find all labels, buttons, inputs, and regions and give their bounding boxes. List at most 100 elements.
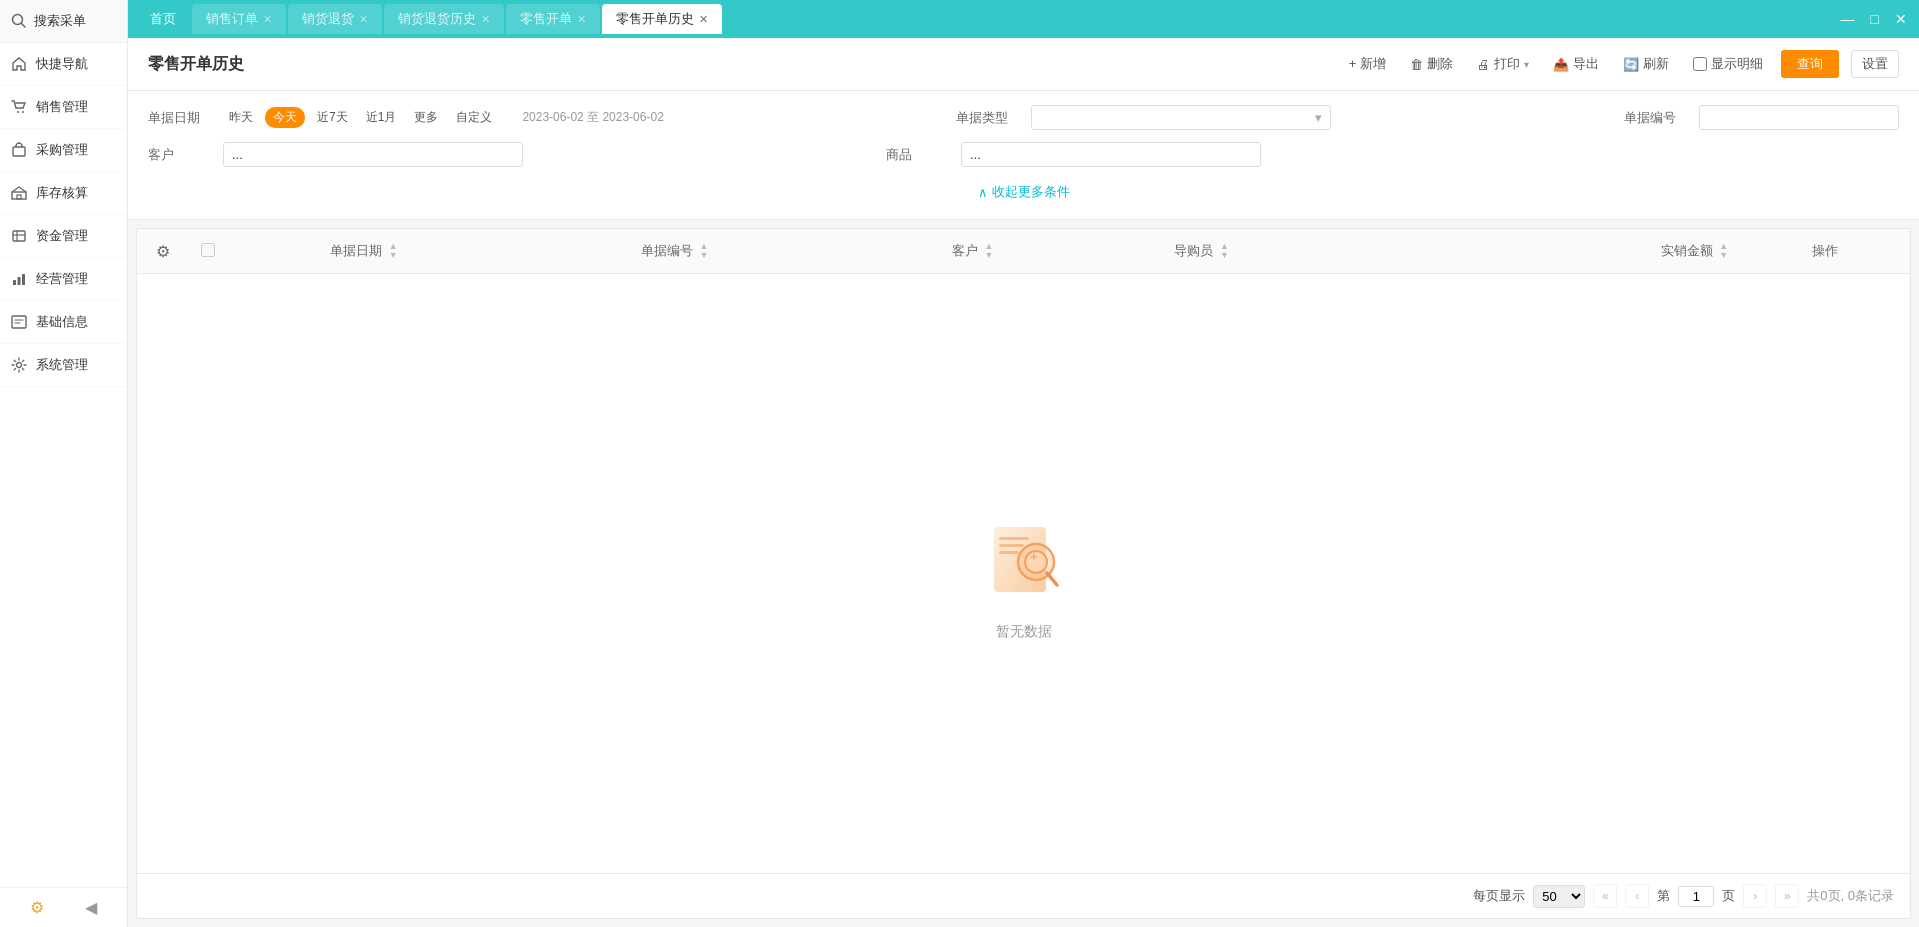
number-filter-input[interactable]	[1699, 105, 1899, 130]
collapse-btn[interactable]: ∧ 收起更多条件	[966, 179, 1082, 205]
tab-retail-open-close[interactable]: ✕	[577, 13, 586, 26]
date-btn-today[interactable]: 今天	[265, 107, 305, 128]
sort-arrows-guide: ▲▼	[1220, 242, 1229, 260]
date-btn-last-month[interactable]: 近1月	[360, 107, 403, 128]
page-total: 共0页, 0条记录	[1807, 887, 1894, 905]
date-btn-yesterday[interactable]: 昨天	[223, 107, 259, 128]
delete-btn[interactable]: 🗑 删除	[1404, 51, 1459, 77]
display-detail-btn[interactable]: 显示明细	[1687, 51, 1769, 77]
col-checkbox-select	[189, 229, 318, 274]
col-number[interactable]: 单据编号 ▲▼	[629, 229, 940, 274]
sidebar-footer: ⚙ ◀	[0, 887, 127, 927]
settings-icon	[10, 356, 28, 374]
minimize-btn[interactable]: —	[1837, 11, 1859, 27]
col-amount[interactable]: 实销金额 ▲▼	[1429, 229, 1740, 274]
col-amount-label: 实销金额	[1661, 243, 1713, 258]
settings-filter-btn[interactable]: 设置	[1851, 50, 1899, 78]
select-all-checkbox[interactable]	[201, 243, 215, 257]
customer-filter-select[interactable]: ...	[223, 142, 523, 167]
col-guide[interactable]: 导购员 ▲▼	[1162, 229, 1429, 274]
tab-sales-return-label: 销货退货	[302, 10, 354, 28]
page-input[interactable]	[1678, 886, 1714, 907]
sidebar-item-inventory[interactable]: 库存核算	[0, 172, 127, 215]
tab-home-label: 首页	[150, 10, 176, 28]
last-page-btn[interactable]: »	[1775, 884, 1799, 908]
display-detail-label: 显示明细	[1711, 55, 1763, 73]
svg-rect-16	[999, 551, 1019, 554]
col-date[interactable]: 单据日期 ▲▼	[318, 229, 629, 274]
add-btn-label: + 新增	[1349, 55, 1386, 73]
tab-sales-return-history-close[interactable]: ✕	[481, 13, 490, 26]
type-select-arrow: ▾	[1315, 110, 1322, 125]
home-icon	[10, 55, 28, 73]
delete-icon: 🗑	[1410, 57, 1423, 72]
tab-retail-open-history[interactable]: 零售开单历史 ✕	[602, 4, 722, 34]
query-btn[interactable]: 查询	[1781, 50, 1839, 78]
filter-row-1: 单据日期 昨天 今天 近7天 近1月 更多 自定义 2023-06-02 至 2…	[148, 105, 1899, 130]
tab-sales-order[interactable]: 销售订单 ✕	[192, 4, 286, 34]
svg-rect-9	[18, 277, 21, 285]
type-filter-select[interactable]: ▾	[1031, 105, 1331, 130]
svg-line-19	[1047, 573, 1057, 585]
tab-home[interactable]: 首页	[136, 4, 190, 34]
sidebar-item-label: 采购管理	[36, 141, 88, 159]
sidebar-item-basic-info[interactable]: 基础信息	[0, 301, 127, 344]
next-page-btn[interactable]: ›	[1743, 884, 1767, 908]
col-action-label: 操作	[1812, 243, 1838, 258]
goods-filter-select[interactable]: ...	[961, 142, 1261, 167]
date-btn-last7[interactable]: 近7天	[311, 107, 354, 128]
refresh-icon: 🔄	[1623, 57, 1639, 72]
table-settings-btn[interactable]: ⚙	[149, 237, 177, 265]
chart-icon	[10, 270, 28, 288]
sidebar-item-label: 快捷导航	[36, 55, 88, 73]
first-page-btn[interactable]: «	[1593, 884, 1617, 908]
footer-settings-btn[interactable]: ⚙	[30, 898, 44, 917]
col-customer[interactable]: 客户 ▲▼	[940, 229, 1163, 274]
tab-sales-return-close[interactable]: ✕	[359, 13, 368, 26]
sidebar-item-purchase-mgmt[interactable]: 采购管理	[0, 129, 127, 172]
tab-sales-return-history[interactable]: 销货退货历史 ✕	[384, 4, 504, 34]
footer-collapse-btn[interactable]: ◀	[85, 898, 97, 917]
add-btn[interactable]: + 新增	[1343, 51, 1392, 77]
tab-retail-open[interactable]: 零售开单 ✕	[506, 4, 600, 34]
per-page-label: 每页显示	[1473, 887, 1525, 905]
date-btn-more[interactable]: 更多	[408, 107, 444, 128]
tab-retail-open-history-close[interactable]: ✕	[699, 13, 708, 26]
prev-page-btn[interactable]: ‹	[1625, 884, 1649, 908]
tab-sales-order-close[interactable]: ✕	[263, 13, 272, 26]
sidebar-item-label: 销售管理	[36, 98, 88, 116]
svg-point-18	[1025, 551, 1047, 573]
svg-point-3	[22, 111, 24, 113]
per-page-select[interactable]: 50 10 20 100	[1533, 885, 1585, 908]
refresh-btn-label: 刷新	[1643, 55, 1669, 73]
tab-sales-return[interactable]: 销货退货 ✕	[288, 4, 382, 34]
empty-icon	[974, 507, 1074, 607]
sort-arrows-customer: ▲▼	[984, 242, 993, 260]
goods-filter-label: 商品	[886, 146, 941, 164]
col-action: 操作	[1740, 229, 1910, 274]
display-detail-checkbox[interactable]	[1693, 57, 1707, 71]
close-btn[interactable]: ✕	[1891, 11, 1911, 27]
delete-btn-label: 删除	[1427, 55, 1453, 73]
sidebar-search[interactable]: 搜索采单	[0, 0, 127, 43]
sidebar-item-operation[interactable]: 经营管理	[0, 258, 127, 301]
print-btn[interactable]: 🖨 打印 ▾	[1471, 51, 1535, 77]
sidebar-item-finance[interactable]: 资金管理	[0, 215, 127, 258]
col-number-label: 单据编号	[641, 243, 693, 258]
svg-rect-14	[999, 537, 1029, 540]
sidebar-item-quick-nav[interactable]: 快捷导航	[0, 43, 127, 86]
query-btn-label: 查询	[1797, 55, 1823, 73]
sort-arrows-date: ▲▼	[389, 242, 398, 260]
refresh-btn[interactable]: 🔄 刷新	[1617, 51, 1675, 77]
sidebar: 搜索采单 快捷导航 销售管理 采购管理	[0, 0, 128, 927]
export-btn[interactable]: 📤 导出	[1547, 51, 1605, 77]
sidebar-item-sys-mgmt[interactable]: 系统管理	[0, 344, 127, 387]
export-icon: 📤	[1553, 57, 1569, 72]
type-filter-label: 单据类型	[956, 109, 1011, 127]
maximize-btn[interactable]: □	[1867, 11, 1883, 27]
sidebar-item-sales-mgmt[interactable]: 销售管理	[0, 86, 127, 129]
sidebar-item-label: 库存核算	[36, 184, 88, 202]
date-btn-custom[interactable]: 自定义	[450, 107, 498, 128]
toolbar: + 新增 🗑 删除 🖨 打印 ▾ 📤 导出 🔄 刷新	[1343, 50, 1899, 78]
settings-filter-label: 设置	[1862, 55, 1888, 73]
